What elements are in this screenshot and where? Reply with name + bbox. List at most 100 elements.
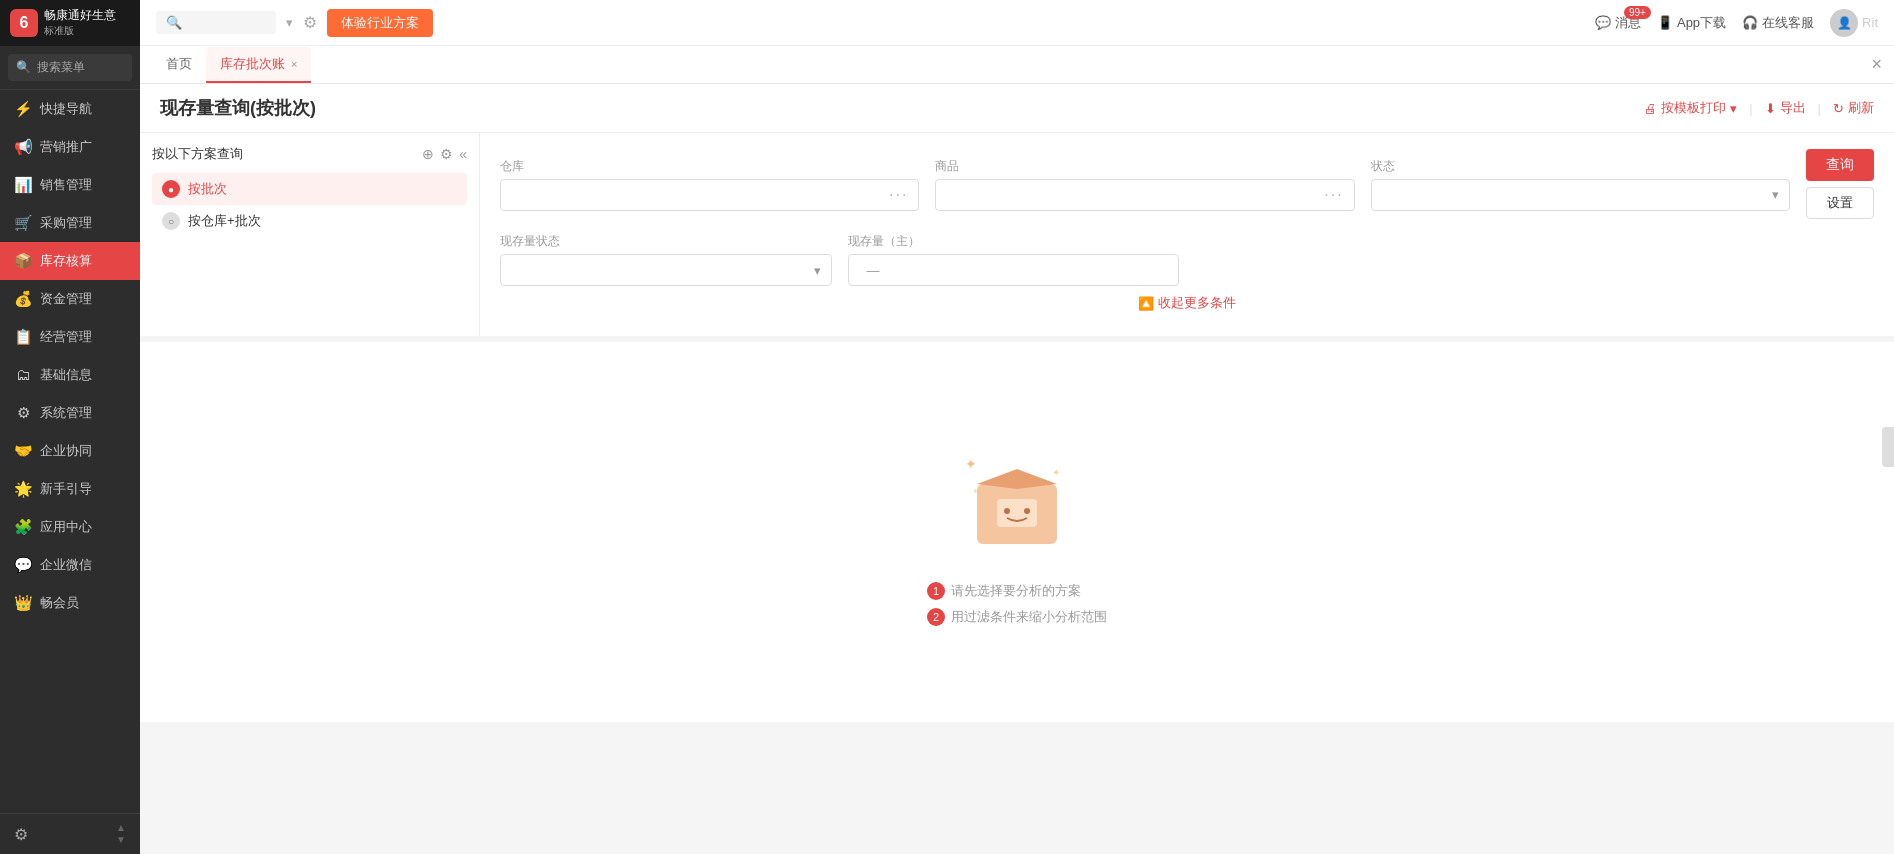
topbar-actions: 💬 消息 99+ 📱 App下载 🎧 在线客服 👤 Rit	[1595, 9, 1878, 37]
purchase-icon: 🛒	[14, 214, 32, 232]
filter-row-1: 仓库 ··· 商品 ··· 状态	[500, 149, 1874, 219]
inventory-qty-input[interactable]: —	[848, 254, 1180, 286]
inventory-status-field: 现存量状态 ▾	[500, 233, 832, 286]
business-icon: 📋	[14, 328, 32, 346]
empty-hint-1: 1 请先选择要分析的方案	[927, 578, 1107, 604]
product-input[interactable]: ···	[935, 179, 1354, 211]
app-download-action[interactable]: 📱 App下载	[1657, 14, 1726, 32]
warehouse-input[interactable]: ···	[500, 179, 919, 211]
online-service-action[interactable]: 🎧 在线客服	[1742, 14, 1814, 32]
sidebar-header: 6 畅康通好生意 标准版	[0, 0, 140, 46]
product-dots: ···	[1324, 186, 1343, 204]
sidebar-item-label: 经营管理	[40, 328, 92, 346]
topbar-dropdown-icon[interactable]: ▾	[286, 15, 293, 30]
sidebar-item-enterprise[interactable]: 🤝 企业协同	[0, 432, 140, 470]
sidebar-item-appstore[interactable]: 🧩 应用中心	[0, 508, 140, 546]
search-menu-btn[interactable]: 🔍 搜索菜单	[8, 54, 132, 81]
status-label: 状态	[1371, 158, 1790, 175]
page-header: 现存量查询(按批次) 🖨 按模板打印 ▾ | ⬇ 导出 | ↻ 刷新	[140, 84, 1894, 133]
app-name: 畅康通好生意	[44, 8, 116, 24]
query-button[interactable]: 查询	[1806, 149, 1874, 181]
warehouse-label: 仓库	[500, 158, 919, 175]
quick-nav-icon: ⚡	[14, 100, 32, 118]
sidebar-item-quick-nav[interactable]: ⚡ 快捷导航	[0, 90, 140, 128]
add-scheme-icon[interactable]: ⊕	[422, 146, 434, 162]
sidebar-item-purchase[interactable]: 🛒 采购管理	[0, 204, 140, 242]
messages-action[interactable]: 💬 消息 99+	[1595, 14, 1641, 32]
status-select[interactable]: ▾	[1371, 179, 1790, 211]
status-field: 状态 ▾	[1371, 158, 1790, 211]
settings-icon[interactable]: ⚙	[14, 825, 28, 844]
warehouse-dots: ···	[889, 186, 908, 204]
member-icon: 👑	[14, 594, 32, 612]
right-scroll-handle[interactable]	[1882, 427, 1894, 467]
empty-hints: 1 请先选择要分析的方案 2 用过滤条件来缩小分析范围	[927, 578, 1107, 630]
filter-section-title: 按以下方案查询	[152, 145, 243, 163]
empty-illustration: ✦ ✦ ✦	[957, 434, 1077, 554]
sidebar-item-label: 资金管理	[40, 290, 92, 308]
user-profile[interactable]: 👤 Rit	[1830, 9, 1878, 37]
filter-fields: 仓库 ··· 商品 ··· 状态	[480, 133, 1894, 336]
close-panel-btn[interactable]: ×	[1871, 54, 1882, 75]
app-logo: 6	[10, 9, 38, 37]
export-icon: ⬇	[1765, 101, 1776, 116]
print-action[interactable]: 🖨 按模板打印 ▾	[1644, 99, 1737, 117]
message-icon: 💬	[1595, 15, 1611, 30]
sidebar-item-inventory[interactable]: 📦 库存核算	[0, 242, 140, 280]
username-label: Rit	[1862, 15, 1878, 30]
page-header-actions: 🖨 按模板打印 ▾ | ⬇ 导出 | ↻ 刷新	[1644, 99, 1874, 117]
print-dropdown-icon[interactable]: ▾	[1730, 101, 1737, 116]
finance-icon: 💰	[14, 290, 32, 308]
sidebar-item-newcomer[interactable]: 🌟 新手引导	[0, 470, 140, 508]
sidebar-item-marketing[interactable]: 📢 营销推广	[0, 128, 140, 166]
sales-icon: 📊	[14, 176, 32, 194]
inventory-status-select[interactable]: ▾	[500, 254, 832, 286]
newcomer-icon: 🌟	[14, 480, 32, 498]
settings-btn[interactable]: ⚙	[303, 13, 317, 32]
main-content: 现存量查询(按批次) 🖨 按模板打印 ▾ | ⬇ 导出 | ↻ 刷新	[140, 84, 1894, 854]
sidebar-item-wechat[interactable]: 💬 企业微信	[0, 546, 140, 584]
basics-icon: 🗂	[14, 366, 32, 384]
experience-btn[interactable]: 体验行业方案	[327, 9, 433, 37]
sidebar-item-member[interactable]: 👑 畅会员	[0, 584, 140, 622]
scheme-active-icon: ●	[162, 180, 180, 198]
export-action[interactable]: ⬇ 导出	[1765, 99, 1806, 117]
refresh-icon: ↻	[1833, 101, 1844, 116]
sidebar-item-business[interactable]: 📋 经营管理	[0, 318, 140, 356]
appstore-icon: 🧩	[14, 518, 32, 536]
filter-scheme-panel: 按以下方案查询 ⊕ ⚙ « ● 按批次 ○ 按仓库+批次	[140, 133, 480, 336]
sidebar-item-label: 企业协同	[40, 442, 92, 460]
sidebar-item-label: 畅会员	[40, 594, 79, 612]
collapse-scheme-icon[interactable]: «	[459, 146, 467, 162]
scheme-label-warehouse-batch: 按仓库+批次	[188, 212, 261, 230]
tab-home[interactable]: 首页	[152, 47, 206, 83]
sidebar-item-sales[interactable]: 📊 销售管理	[0, 166, 140, 204]
settings-scheme-icon[interactable]: ⚙	[440, 146, 453, 162]
topbar-search[interactable]: 🔍	[156, 11, 276, 34]
messages-badge: 99+	[1624, 6, 1651, 19]
scheme-item-batch[interactable]: ● 按批次	[152, 173, 467, 205]
sidebar-search-area[interactable]: 🔍 搜索菜单	[0, 46, 140, 90]
sidebar-item-label: 系统管理	[40, 404, 92, 422]
scroll-down-btn[interactable]: ▼	[116, 834, 126, 846]
enterprise-icon: 🤝	[14, 442, 32, 460]
page-title: 现存量查询(按批次)	[160, 96, 316, 120]
scheme-item-warehouse-batch[interactable]: ○ 按仓库+批次	[152, 205, 467, 237]
avatar: 👤	[1830, 9, 1858, 37]
tab-close-btn[interactable]: ×	[291, 58, 297, 70]
sidebar-nav: ⚡ 快捷导航 📢 营销推广 📊 销售管理 🛒 采购管理 📦 库存核算 💰 资金管…	[0, 90, 140, 813]
collapse-more-btn[interactable]: 🔼 收起更多条件	[500, 286, 1874, 320]
sidebar-item-system[interactable]: ⚙ 系统管理	[0, 394, 140, 432]
hint-1-num: 1	[927, 582, 945, 600]
scroll-up-btn[interactable]: ▲	[116, 822, 126, 834]
empty-state: ✦ ✦ ✦ 1 请先选择要分析的方案 2 用过滤条件来缩小分析范围	[140, 342, 1894, 722]
refresh-action[interactable]: ↻ 刷新	[1833, 99, 1874, 117]
tab-inventory-batch[interactable]: 库存批次账 ×	[206, 47, 311, 83]
settings-button[interactable]: 设置	[1806, 187, 1874, 219]
sidebar-item-basics[interactable]: 🗂 基础信息	[0, 356, 140, 394]
empty-hint-2: 2 用过滤条件来缩小分析范围	[927, 604, 1107, 630]
print-label: 按模板打印	[1661, 99, 1726, 117]
sidebar-item-label: 基础信息	[40, 366, 92, 384]
sidebar-item-finance[interactable]: 💰 资金管理	[0, 280, 140, 318]
collapse-up-icon: 🔼	[1138, 296, 1154, 311]
